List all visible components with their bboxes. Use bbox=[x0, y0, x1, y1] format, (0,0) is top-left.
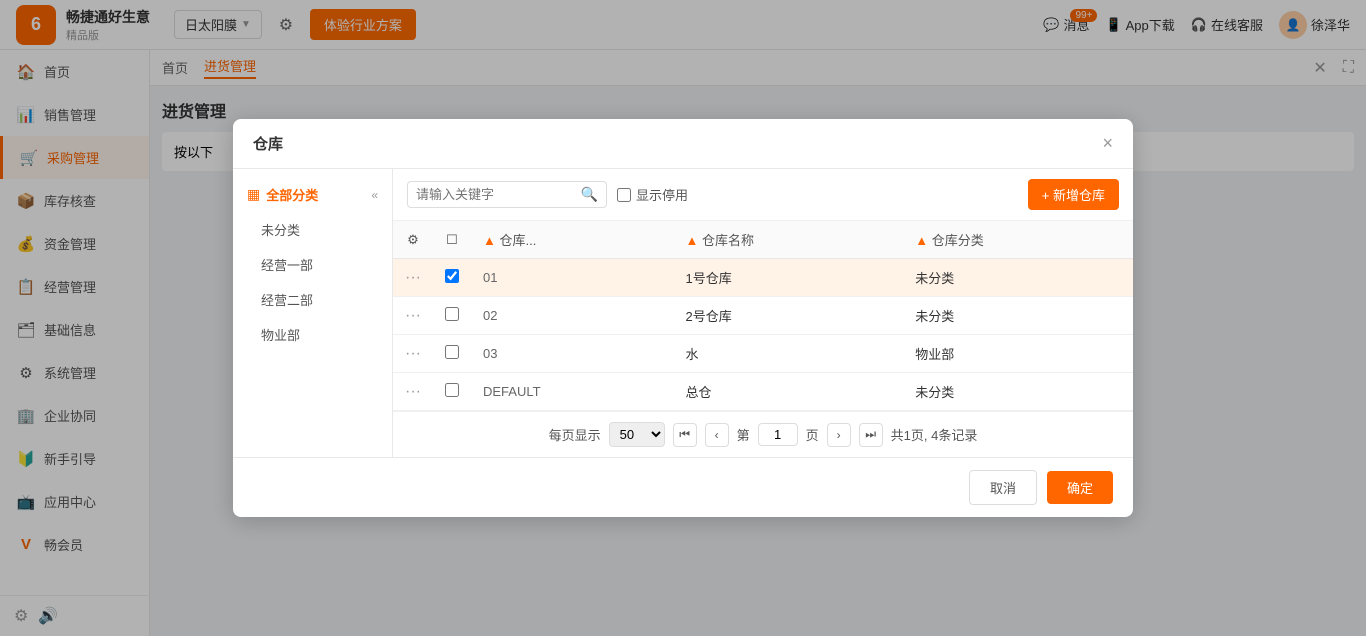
search-field-wrap: 🔍 bbox=[407, 181, 607, 208]
prev-page-btn[interactable]: ‹ bbox=[705, 423, 729, 447]
search-input[interactable] bbox=[416, 187, 575, 202]
row-name: 1号仓库 bbox=[674, 259, 904, 297]
row-checkbox[interactable] bbox=[445, 345, 459, 359]
pagination-bar: 每页显示 50 10 20 100 ⏮ ‹ 第 页 › ⏭ 共1页, 4条记录 bbox=[393, 411, 1133, 457]
per-page-select[interactable]: 50 10 20 100 bbox=[609, 422, 665, 447]
add-warehouse-btn[interactable]: + 新增仓库 bbox=[1028, 179, 1119, 210]
show-disabled-label: 显示停用 bbox=[636, 185, 688, 204]
left-panel-header[interactable]: ▦ 全部分类 « bbox=[233, 177, 392, 212]
col-name: ▲ 仓库名称 bbox=[674, 221, 904, 259]
table-row[interactable]: ··· 01 1号仓库 未分类 bbox=[393, 259, 1133, 297]
left-panel-title: 全部分类 bbox=[266, 185, 318, 204]
last-page-btn[interactable]: ⏭ bbox=[859, 423, 883, 447]
row-category: 未分类 bbox=[903, 259, 1133, 297]
col-gear: ⚙ bbox=[393, 221, 433, 259]
warehouse-table-wrap: ⚙ ☐ ▲ 仓库... ▲ 仓库名称 ▲ 仓库分类 bbox=[393, 221, 1133, 411]
table-row[interactable]: ··· DEFAULT 总仓 未分类 bbox=[393, 373, 1133, 411]
row-actions-btn[interactable]: ··· bbox=[405, 307, 421, 325]
row-code: 02 bbox=[471, 297, 674, 335]
show-disabled-checkbox[interactable] bbox=[617, 188, 631, 202]
next-page-btn[interactable]: › bbox=[827, 423, 851, 447]
row-checkbox[interactable] bbox=[445, 383, 459, 397]
modal-overlay: 仓库 × ▦ 全部分类 « 未分类 经营一部 经营二部 物业部 bbox=[0, 0, 1366, 636]
row-name: 水 bbox=[674, 335, 904, 373]
warehouse-modal: 仓库 × ▦ 全部分类 « 未分类 经营一部 经营二部 物业部 bbox=[233, 119, 1133, 517]
row-checkbox-cell bbox=[433, 373, 471, 411]
total-label: 共1页, 4条记录 bbox=[891, 425, 978, 444]
page-label: 第 bbox=[737, 425, 750, 444]
row-checkbox-cell bbox=[433, 335, 471, 373]
row-gear-icon[interactable]: ··· bbox=[393, 335, 433, 373]
row-actions-btn[interactable]: ··· bbox=[405, 345, 421, 363]
row-category: 未分类 bbox=[903, 373, 1133, 411]
table-row[interactable]: ··· 03 水 物业部 bbox=[393, 335, 1133, 373]
cancel-btn[interactable]: 取消 bbox=[969, 470, 1037, 505]
row-code: 01 bbox=[471, 259, 674, 297]
warehouse-table: ⚙ ☐ ▲ 仓库... ▲ 仓库名称 ▲ 仓库分类 bbox=[393, 221, 1133, 411]
row-checkbox-cell bbox=[433, 297, 471, 335]
row-category: 未分类 bbox=[903, 297, 1133, 335]
row-checkbox[interactable] bbox=[445, 307, 459, 321]
modal-right-panel: 🔍 显示停用 + 新增仓库 ⚙ ☐ bbox=[393, 169, 1133, 457]
modal-left-panel: ▦ 全部分类 « 未分类 经营一部 经营二部 物业部 bbox=[233, 169, 393, 457]
category-item-ops1[interactable]: 经营一部 bbox=[233, 247, 392, 282]
page-input[interactable] bbox=[758, 423, 798, 446]
row-code: DEFAULT bbox=[471, 373, 674, 411]
row-gear-icon[interactable]: ··· bbox=[393, 259, 433, 297]
modal-body: ▦ 全部分类 « 未分类 经营一部 经营二部 物业部 🔍 bbox=[233, 169, 1133, 457]
row-checkbox-cell bbox=[433, 259, 471, 297]
row-code: 03 bbox=[471, 335, 674, 373]
col-code: ▲ 仓库... bbox=[471, 221, 674, 259]
left-panel-collapse-icon[interactable]: « bbox=[371, 188, 378, 202]
modal-header: 仓库 × bbox=[233, 119, 1133, 169]
show-disabled-checkbox-wrap[interactable]: 显示停用 bbox=[617, 185, 688, 204]
row-checkbox[interactable] bbox=[445, 269, 459, 283]
confirm-btn[interactable]: 确定 bbox=[1047, 471, 1113, 504]
category-item-property[interactable]: 物业部 bbox=[233, 317, 392, 352]
modal-title: 仓库 bbox=[253, 133, 283, 154]
row-name: 2号仓库 bbox=[674, 297, 904, 335]
first-page-btn[interactable]: ⏮ bbox=[673, 423, 697, 447]
row-actions-btn[interactable]: ··· bbox=[405, 383, 421, 401]
modal-close-icon[interactable]: × bbox=[1102, 133, 1113, 154]
row-gear-icon[interactable]: ··· bbox=[393, 373, 433, 411]
modal-toolbar: 🔍 显示停用 + 新增仓库 bbox=[393, 169, 1133, 221]
per-page-label: 每页显示 bbox=[549, 425, 601, 444]
row-gear-icon[interactable]: ··· bbox=[393, 297, 433, 335]
search-icon: 🔍 bbox=[581, 186, 598, 203]
category-item-ops2[interactable]: 经营二部 bbox=[233, 282, 392, 317]
row-category: 物业部 bbox=[903, 335, 1133, 373]
category-item-uncategorized[interactable]: 未分类 bbox=[233, 212, 392, 247]
col-checkbox: ☐ bbox=[433, 221, 471, 259]
table-row[interactable]: ··· 02 2号仓库 未分类 bbox=[393, 297, 1133, 335]
page-suffix: 页 bbox=[806, 425, 819, 444]
modal-footer: 取消 确定 bbox=[233, 457, 1133, 517]
category-grid-icon: ▦ bbox=[247, 186, 260, 203]
col-category: ▲ 仓库分类 bbox=[903, 221, 1133, 259]
row-name: 总仓 bbox=[674, 373, 904, 411]
row-actions-btn[interactable]: ··· bbox=[405, 269, 421, 287]
